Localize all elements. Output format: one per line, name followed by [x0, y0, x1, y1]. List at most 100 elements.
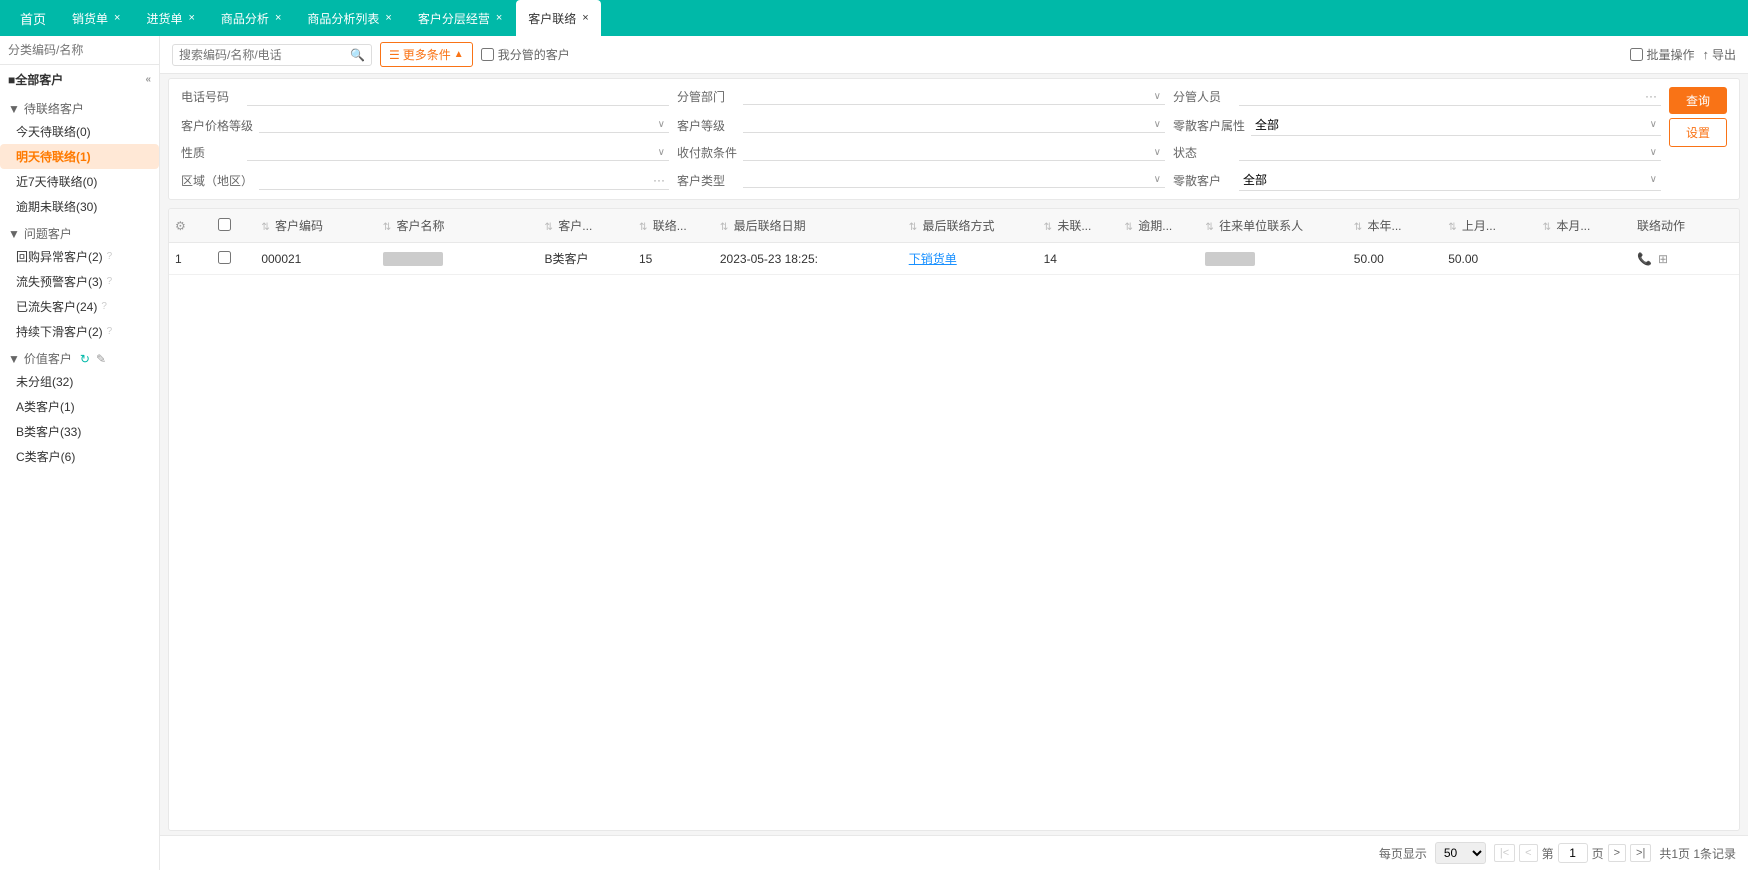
sidebar-item-today[interactable]: 今天待联络(0) [0, 119, 159, 144]
search-input[interactable] [179, 48, 350, 62]
sidebar-item-churn-warning[interactable]: 流失预警客户(3) ? [0, 269, 159, 294]
customer-type-arrow-icon: ∨ [1154, 174, 1161, 185]
per-page-select[interactable]: 50 10 20 100 [1435, 842, 1486, 864]
prev-page-button[interactable]: < [1519, 844, 1537, 862]
col-unreached[interactable]: ⇅ 未联... [1038, 209, 1119, 243]
sidebar-item-repurchase-anomaly[interactable]: 回购异常客户(2) ? [0, 244, 159, 269]
manager-select[interactable]: ··· [1239, 87, 1661, 106]
col-tm-sort-icon[interactable]: ⇅ [1543, 222, 1551, 233]
action-phone-icon[interactable]: 📞 [1637, 252, 1652, 266]
retail-attr-select[interactable]: 全部 ∨ [1251, 114, 1661, 136]
more-filter-button[interactable]: ☰ 更多条件 ▲ [380, 42, 473, 67]
edit-icon[interactable]: ✎ [96, 352, 106, 366]
nature-select[interactable]: ∨ [247, 145, 669, 161]
col-type-sort-icon[interactable]: ⇅ [545, 222, 553, 233]
close-customer-contact-icon[interactable]: × [582, 12, 588, 24]
sidebar-item-class-c[interactable]: C类客户(6) [0, 444, 159, 469]
sidebar-item-tomorrow[interactable]: 明天待联络(1) [0, 144, 159, 169]
page-input[interactable] [1558, 843, 1588, 863]
col-lm-sort-icon[interactable]: ⇅ [1448, 222, 1456, 233]
close-product-analysis-icon[interactable]: × [275, 12, 281, 24]
col-code-sort-icon[interactable]: ⇅ [261, 222, 269, 233]
last-page-button[interactable]: >| [1630, 844, 1651, 862]
row-name [377, 243, 539, 275]
close-purchase-icon[interactable]: × [188, 12, 194, 24]
nav-product-list[interactable]: 商品分析列表 × [295, 0, 403, 36]
sidebar-item-declining[interactable]: 持续下滑客户(2) ? [0, 319, 159, 344]
refresh-icon[interactable]: ↻ [80, 352, 90, 366]
col-name-sort-icon[interactable]: ⇅ [383, 222, 391, 233]
row-select-checkbox[interactable] [218, 251, 231, 264]
last-contact-method-link[interactable]: 下销货单 [909, 252, 957, 266]
batch-ops-checkbox[interactable] [1630, 48, 1643, 61]
row-last-contact-method[interactable]: 下销货单 [903, 243, 1038, 275]
nature-label: 性质 [181, 144, 241, 161]
nav-product-analysis[interactable]: 商品分析 × [209, 0, 293, 36]
col-code[interactable]: ⇅ 客户编码 [255, 209, 376, 243]
col-type[interactable]: ⇅ 客户... [539, 209, 633, 243]
sidebar-search-container: 🔍 [0, 36, 159, 65]
col-settings-icon[interactable]: ⚙ [175, 219, 186, 233]
search-icon[interactable]: 🔍 [350, 48, 365, 62]
nav-purchase[interactable]: 进货单 × [134, 0, 206, 36]
col-cy-sort-icon[interactable]: ⇅ [1354, 222, 1362, 233]
retail-customer-select[interactable]: 全部 ∨ [1239, 169, 1661, 191]
price-level-select[interactable]: ∨ [259, 117, 669, 133]
phone-input[interactable] [247, 87, 669, 106]
payment-select[interactable]: ∨ [743, 145, 1165, 161]
nav-home[interactable]: 首页 [8, 0, 58, 36]
col-last-month[interactable]: ⇅ 上月... [1442, 209, 1536, 243]
sidebar-collapse-icon[interactable]: « [145, 74, 151, 85]
row-unreached: 14 [1038, 243, 1119, 275]
col-last-contact-method[interactable]: ⇅ 最后联络方式 [903, 209, 1038, 243]
select-all-checkbox[interactable] [218, 218, 231, 231]
payment-label: 收付款条件 [677, 144, 737, 161]
customer-type-select[interactable]: ∨ [743, 172, 1165, 188]
status-select[interactable]: ∨ [1239, 145, 1661, 161]
col-current-year[interactable]: ⇅ 本年... [1348, 209, 1442, 243]
col-last-contact-date[interactable]: ⇅ 最后联络日期 [714, 209, 903, 243]
col-unreached-sort-icon[interactable]: ⇅ [1044, 222, 1052, 233]
col-unit-contact[interactable]: ⇅ 往来单位联系人 [1199, 209, 1347, 243]
col-contact[interactable]: ⇅ 联络... [633, 209, 714, 243]
sidebar-item-7days[interactable]: 近7天待联络(0) [0, 169, 159, 194]
sidebar-all-customers[interactable]: ■ 全部客户 « [0, 65, 159, 94]
export-button[interactable]: ↑ 导出 [1702, 46, 1736, 63]
filter-nature: 性质 ∨ [181, 144, 669, 161]
col-this-month[interactable]: ⇅ 本月... [1537, 209, 1631, 243]
filter-arrow-icon: ▲ [454, 49, 464, 60]
hint-icon-3: ? [107, 326, 113, 337]
customer-type-label: 客户类型 [677, 172, 737, 189]
sidebar-item-overdue[interactable]: 逾期未联络(30) [0, 194, 159, 219]
batch-ops-button[interactable]: 批量操作 [1630, 46, 1694, 63]
nav-customer-tier[interactable]: 客户分层经营 × [406, 0, 514, 36]
filter-payment: 收付款条件 ∨ [677, 144, 1165, 161]
row-unit-contact [1199, 243, 1347, 275]
first-page-button[interactable]: |< [1494, 844, 1515, 862]
query-button[interactable]: 查询 [1669, 87, 1727, 114]
close-customer-tier-icon[interactable]: × [496, 12, 502, 24]
col-name[interactable]: ⇅ 客户名称 [377, 209, 539, 243]
sidebar-item-ungrouped[interactable]: 未分组(32) [0, 369, 159, 394]
col-overdue[interactable]: ⇅ 逾期... [1119, 209, 1200, 243]
sidebar-search-input[interactable] [8, 43, 160, 57]
sidebar-item-churned[interactable]: 已流失客户(24) ? [0, 294, 159, 319]
col-contact-sort-icon[interactable]: ⇅ [639, 222, 647, 233]
region-select[interactable]: ··· [259, 171, 669, 190]
next-page-button[interactable]: > [1608, 844, 1626, 862]
close-product-list-icon[interactable]: × [385, 12, 391, 24]
sidebar-item-class-b[interactable]: B类客户(33) [0, 419, 159, 444]
my-customers-checkbox[interactable] [481, 48, 494, 61]
sidebar-item-class-a[interactable]: A类客户(1) [0, 394, 159, 419]
col-overdue-sort-icon[interactable]: ⇅ [1125, 222, 1133, 233]
close-sales-icon[interactable]: × [114, 12, 120, 24]
col-lcm-sort-icon[interactable]: ⇅ [909, 222, 917, 233]
nav-sales[interactable]: 销货单 × [60, 0, 132, 36]
nav-customer-contact[interactable]: 客户联络 × [516, 0, 600, 36]
col-uc-sort-icon[interactable]: ⇅ [1205, 222, 1213, 233]
col-lcd-sort-icon[interactable]: ⇅ [720, 222, 728, 233]
customer-level-select[interactable]: ∨ [743, 117, 1165, 133]
set-button[interactable]: 设置 [1669, 118, 1727, 147]
dept-select[interactable]: ∨ [743, 89, 1165, 105]
action-grid-icon[interactable]: ⊞ [1658, 252, 1668, 266]
